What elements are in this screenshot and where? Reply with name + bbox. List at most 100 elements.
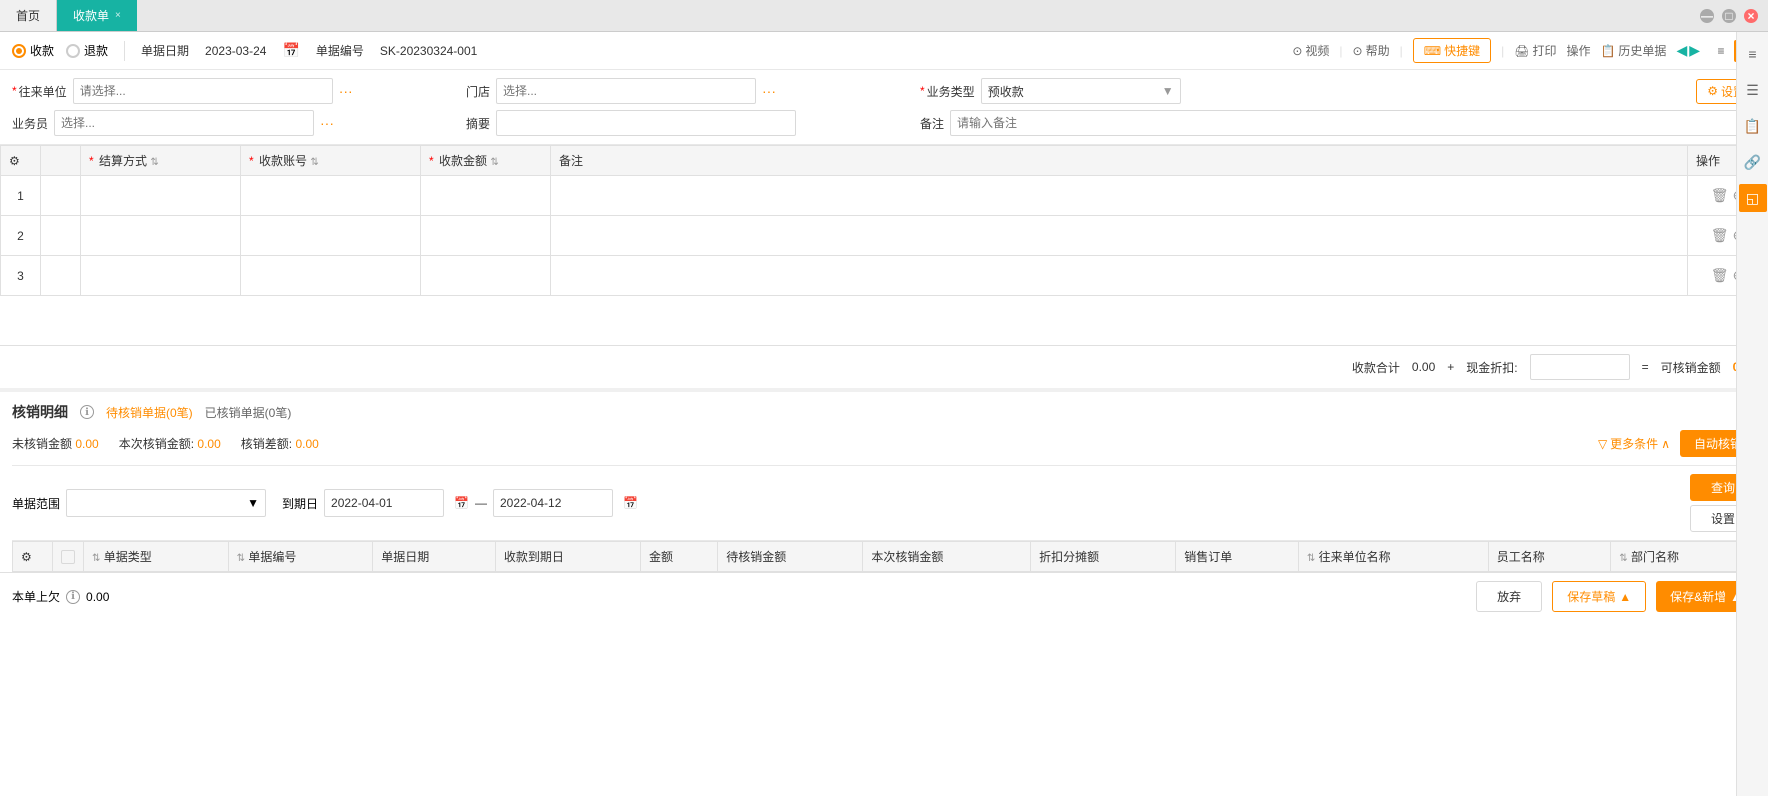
print-label: 打印 bbox=[1532, 42, 1556, 59]
discard-button[interactable]: 放弃 bbox=[1476, 581, 1542, 612]
due-date-start-input[interactable] bbox=[324, 489, 444, 517]
verification-settings-label: 设置 bbox=[1711, 512, 1735, 526]
nav-next-icon[interactable]: ▶ bbox=[1689, 42, 1700, 59]
row-1-account[interactable] bbox=[241, 176, 421, 216]
summary-label: 摘要 bbox=[466, 115, 496, 132]
row-1-settlement[interactable] bbox=[81, 176, 241, 216]
select-all-checkbox[interactable] bbox=[61, 550, 75, 564]
col-header-dept: ⇅ 部门名称 bbox=[1611, 542, 1756, 572]
row-1-delete-icon[interactable]: 🗑 bbox=[1711, 187, 1729, 204]
business-type-label: 业务类型 bbox=[927, 83, 981, 100]
unchecked-value: 0.00 bbox=[75, 437, 98, 451]
row-1-remark[interactable] bbox=[551, 176, 1688, 216]
range-select[interactable]: ▼ bbox=[66, 489, 266, 517]
row-3-remark[interactable] bbox=[551, 256, 1688, 296]
summary-input[interactable] bbox=[496, 110, 796, 136]
nav-prev-icon[interactable]: ◀ bbox=[1676, 42, 1687, 59]
col-header-employee: 员工名称 bbox=[1488, 542, 1611, 572]
salesperson-input[interactable] bbox=[54, 110, 314, 136]
row-2-amount[interactable] bbox=[421, 216, 551, 256]
counterparty-input[interactable] bbox=[73, 78, 333, 104]
row-3-account[interactable] bbox=[241, 256, 421, 296]
help-action[interactable]: ⊙ 帮助 bbox=[1353, 42, 1390, 59]
maximize-button[interactable]: □ bbox=[1722, 9, 1736, 23]
tab-receipt[interactable]: 收款单 × bbox=[57, 0, 137, 31]
minimize-button[interactable]: — bbox=[1700, 9, 1714, 23]
col-due-date-label: 收款到期日 bbox=[504, 550, 564, 564]
row-3-settlement[interactable] bbox=[81, 256, 241, 296]
save-draft-button[interactable]: 保存草稿 ▲ bbox=[1552, 581, 1646, 612]
due-date-end-input[interactable] bbox=[493, 489, 613, 517]
start-calendar-icon[interactable]: 📅 bbox=[454, 496, 469, 510]
row-2-extra bbox=[41, 216, 81, 256]
row-2-remark[interactable] bbox=[551, 216, 1688, 256]
video-action[interactable]: ⊙ 视频 bbox=[1292, 42, 1329, 59]
verification-info-icon[interactable]: ℹ bbox=[80, 405, 94, 419]
col-amount-label: 收款金额 bbox=[439, 154, 487, 168]
tab-home[interactable]: 首页 bbox=[0, 0, 57, 31]
operation-action[interactable]: 操作 bbox=[1566, 42, 1590, 59]
history-action[interactable]: 📋 历史单据 bbox=[1600, 42, 1666, 59]
sidebar-icon-2[interactable]: ☰ bbox=[1739, 76, 1767, 104]
due-date-label: 到期日 bbox=[282, 495, 318, 512]
sidebar-icon-5[interactable]: ◱ bbox=[1739, 184, 1767, 212]
verifiable-label: 可核销金额 bbox=[1661, 359, 1721, 376]
shortcut-button[interactable]: ⌨ 快捷键 bbox=[1413, 38, 1491, 63]
radio-receipt[interactable]: 收款 bbox=[12, 42, 54, 59]
store-field: 门店 ··· bbox=[466, 78, 896, 104]
pending-tab[interactable]: 待核销单据(0笔) bbox=[106, 404, 193, 421]
filter-icon: ▽ bbox=[1598, 437, 1607, 451]
row-1-amount[interactable] bbox=[421, 176, 551, 216]
shortcut-icon: ⌨ bbox=[1424, 44, 1441, 58]
row-3-delete-icon[interactable]: 🗑 bbox=[1711, 267, 1729, 284]
salesperson-more-icon[interactable]: ··· bbox=[314, 115, 340, 131]
print-action[interactable]: 🖨 打印 bbox=[1514, 42, 1556, 59]
summary-field: 摘要 bbox=[466, 110, 896, 136]
col-account-label: 收款账号 bbox=[259, 154, 307, 168]
current-stat: 本次核销金额: 0.00 bbox=[119, 435, 221, 452]
list-view-icon[interactable]: ≡ bbox=[1710, 40, 1732, 62]
tab-close-icon[interactable]: × bbox=[115, 10, 121, 21]
end-calendar-icon[interactable]: 📅 bbox=[623, 496, 638, 510]
col-amount-label-2: 金额 bbox=[649, 550, 673, 564]
store-more-icon[interactable]: ··· bbox=[756, 83, 782, 99]
footer-info-label: 本单上欠 bbox=[12, 588, 60, 605]
row-2-settlement[interactable] bbox=[81, 216, 241, 256]
footer-info-icon[interactable]: ℹ bbox=[66, 590, 80, 604]
sidebar-icon-1[interactable]: ≡ bbox=[1739, 40, 1767, 68]
diff-value: 0.00 bbox=[295, 437, 318, 451]
row-3-amount[interactable] bbox=[421, 256, 551, 296]
col-header-num bbox=[41, 146, 81, 176]
col-discount-label: 折扣分摊额 bbox=[1039, 550, 1099, 564]
stats-row: 未核销金额 0.00 本次核销金额: 0.00 核销差额: 0.00 ▽ 更多条… bbox=[12, 430, 1756, 457]
remark-input[interactable] bbox=[950, 110, 1756, 136]
radio-receipt-circle bbox=[12, 44, 26, 58]
counterparty-more-icon[interactable]: ··· bbox=[333, 83, 359, 99]
row-2-num: 2 bbox=[1, 216, 41, 256]
close-icon: × bbox=[1747, 9, 1754, 23]
store-input[interactable] bbox=[496, 78, 756, 104]
col-header-account: * 收款账号 ⇅ bbox=[241, 146, 421, 176]
nav-arrows: ◀ ▶ bbox=[1676, 42, 1700, 59]
sidebar-icon-4[interactable]: 🔗 bbox=[1739, 148, 1767, 176]
col-header-settings-2[interactable]: ⚙ bbox=[13, 542, 53, 572]
more-conditions-button[interactable]: ▽ 更多条件 ∧ bbox=[1598, 435, 1670, 452]
col-header-amount: * 收款金额 ⇅ bbox=[421, 146, 551, 176]
col-sales-order-label: 销售订单 bbox=[1184, 550, 1232, 564]
radio-refund[interactable]: 退款 bbox=[66, 42, 108, 59]
discount-input[interactable] bbox=[1530, 354, 1630, 380]
shortcut-label: 快捷键 bbox=[1444, 42, 1480, 59]
done-tab[interactable]: 已核销单据(0笔) bbox=[205, 404, 292, 421]
sidebar-icon-3[interactable]: 📋 bbox=[1739, 112, 1767, 140]
calendar-icon[interactable]: 📅 bbox=[282, 42, 299, 59]
row-2-delete-icon[interactable]: 🗑 bbox=[1711, 227, 1729, 244]
col-header-checkbox[interactable] bbox=[53, 542, 84, 572]
row-3-num: 3 bbox=[1, 256, 41, 296]
counterparty-field: * 往来单位 ··· bbox=[12, 78, 442, 104]
close-button[interactable]: × bbox=[1744, 9, 1758, 23]
save-draft-label: 保存草稿 bbox=[1567, 588, 1615, 605]
radio-receipt-label: 收款 bbox=[30, 42, 54, 59]
col-header-settings[interactable]: ⚙ bbox=[1, 146, 41, 176]
business-type-select[interactable]: 预收款 ▼ bbox=[981, 78, 1181, 104]
row-2-account[interactable] bbox=[241, 216, 421, 256]
